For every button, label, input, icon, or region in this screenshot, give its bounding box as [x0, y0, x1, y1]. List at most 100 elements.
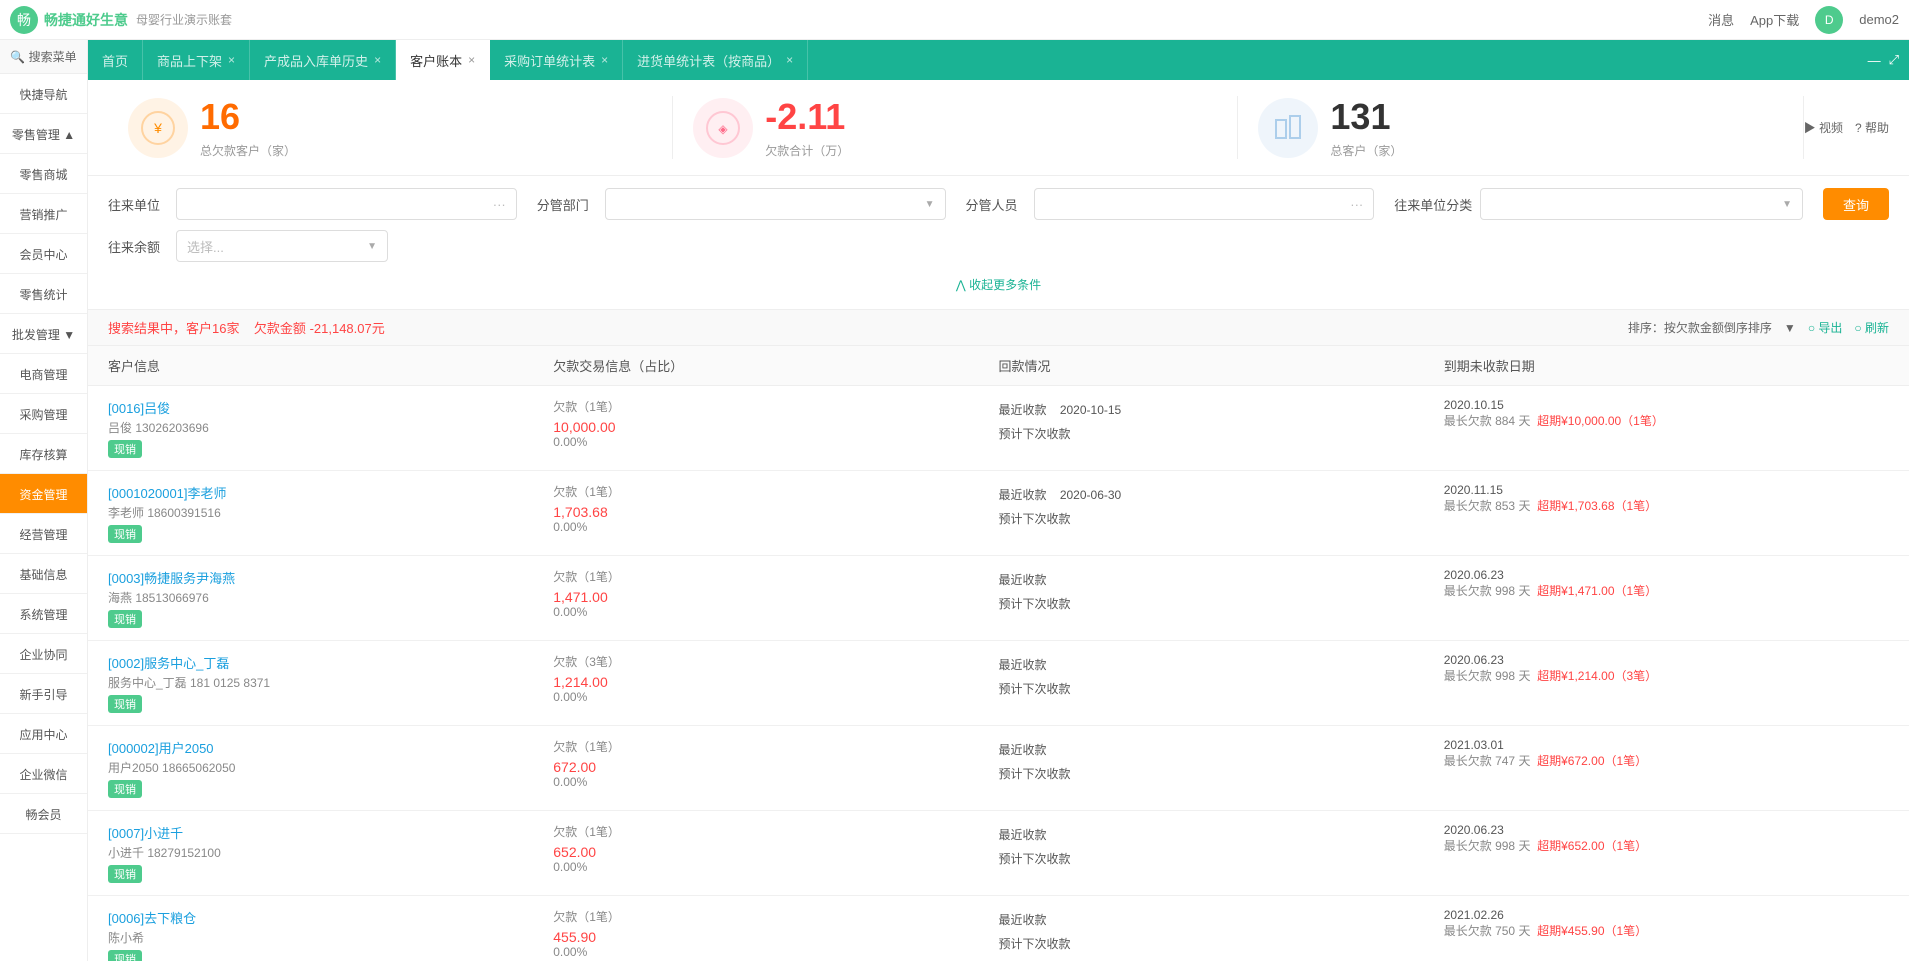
tab-customer-account[interactable]: 客户账本 × [396, 40, 490, 80]
table-row: [0002]服务中心_丁磊 服务中心_丁磊 181 0125 8371 现销 欠… [88, 641, 1909, 726]
customer-contact-1: 吕俊 13026203696 [108, 419, 553, 436]
tab-products-offshelf[interactable]: 商品上下架 × [143, 40, 250, 80]
sidebar-item-newbie[interactable]: 新手引导 [0, 674, 87, 714]
sidebar-item-purchase[interactable]: 采购管理 [0, 394, 87, 434]
tab-expand-btn[interactable]: ⤢ [1889, 52, 1899, 68]
overdue-link-5[interactable]: 超期¥672.00（1笔） [1537, 754, 1647, 768]
sidebar-item-retail-store[interactable]: 零售商城 [0, 154, 87, 194]
brand-name: 畅捷通好生意 [44, 10, 128, 30]
stat-value-total-customers: 131 [1330, 96, 1402, 138]
sidebar-item-quick-nav[interactable]: 快捷导航 [0, 74, 87, 114]
tab-close-inventory[interactable]: × [786, 53, 793, 67]
stats-bar: ¥ 16 总欠款客户（家） ◈ [88, 80, 1909, 176]
debt-percent-2: 0.00% [553, 520, 998, 534]
customer-name-3[interactable]: [0003]畅捷服务尹海燕 [108, 568, 553, 587]
stat-label-debt-customers: 总欠款客户（家） [200, 142, 296, 159]
balance-placeholder: 选择... [187, 237, 224, 256]
overdue-cell-5: 2021.03.01 最长欠款 747 天 超期¥672.00（1笔） [1444, 738, 1889, 769]
debt-percent-1: 0.00% [553, 435, 998, 449]
customer-tag-4: 现销 [108, 695, 142, 713]
customer-name-7[interactable]: [0006]去下粮仓 [108, 908, 553, 927]
tab-close-production[interactable]: × [374, 53, 381, 67]
sidebar-item-retail-mgmt[interactable]: 零售管理 ▲ [0, 114, 87, 154]
customer-contact-7: 陈小希 [108, 929, 553, 946]
overdue-cell-2: 2020.11.15 最长欠款 853 天 超期¥1,703.68（1笔） [1444, 483, 1889, 514]
tab-close-purchase[interactable]: × [601, 53, 608, 67]
filter-row-2: 往来余额 选择... ▼ [108, 230, 1889, 262]
balance-label: 往来余额 [108, 237, 168, 256]
message-btn[interactable]: 消息 [1708, 10, 1734, 29]
customer-name-6[interactable]: [0007]小进千 [108, 823, 553, 842]
customer-contact-5: 用户2050 18665062050 [108, 759, 553, 776]
main-area: 🔍 搜索菜单 快捷导航 零售管理 ▲ 零售商城 营销推广 会员中心 零售统计 [0, 40, 1909, 961]
overdue-link-1[interactable]: 超期¥10,000.00（1笔） [1537, 414, 1664, 428]
sidebar-item-retail-stats[interactable]: 零售统计 [0, 274, 87, 314]
from-unit-input[interactable]: ··· [176, 188, 517, 220]
col-header-customer: 客户信息 [108, 356, 553, 375]
sidebar-item-ecommerce[interactable]: 电商管理 [0, 354, 87, 394]
customer-contact-3: 海燕 18513066976 [108, 589, 553, 606]
query-button[interactable]: 查询 [1823, 188, 1889, 220]
balance-select[interactable]: 选择... ▼ [176, 230, 388, 262]
collapse-row[interactable]: ⋀ 收起更多条件 [108, 272, 1889, 297]
overdue-link-7[interactable]: 超期¥455.90（1笔） [1537, 924, 1647, 938]
customer-tag-1: 现销 [108, 440, 142, 458]
col-header-collection: 回款情况 [999, 356, 1444, 375]
tab-close-products[interactable]: × [228, 53, 235, 67]
sidebar-item-app-center[interactable]: 应用中心 [0, 714, 87, 754]
collection-cell-6: 最近收款 预计下次收款 [999, 823, 1444, 871]
sidebar-item-inventory[interactable]: 库存核算 [0, 434, 87, 474]
export-btn[interactable]: ○ 导出 [1808, 319, 1843, 336]
overdue-link-2[interactable]: 超期¥1,703.68（1笔） [1537, 499, 1657, 513]
app-download-btn[interactable]: App下载 [1750, 10, 1799, 29]
debt-label: 欠款金额 [254, 321, 306, 336]
sidebar-item-membership[interactable]: 会员中心 [0, 234, 87, 274]
filter-row-1: 往来单位 ··· 分管部门 ▼ [108, 188, 1889, 220]
svg-text:¥: ¥ [153, 120, 162, 136]
user-label[interactable]: demo2 [1859, 12, 1899, 27]
sidebar-item-operations[interactable]: 经营管理 [0, 514, 87, 554]
debt-count-7: 欠款（1笔） [553, 908, 998, 925]
result-actions: 排序：按欠款金额倒序排序 ▼ ○ 导出 ○ 刷新 [1628, 319, 1889, 336]
from-unit-label: 往来单位 [108, 195, 168, 214]
category-select[interactable]: ▼ [1480, 188, 1803, 220]
overdue-link-6[interactable]: 超期¥652.00（1笔） [1537, 839, 1647, 853]
overdue-link-4[interactable]: 超期¥1,214.00（3笔） [1537, 669, 1657, 683]
debt-amount-3: 1,471.00 [553, 589, 998, 605]
overdue-link-3[interactable]: 超期¥1,471.00（1笔） [1537, 584, 1657, 598]
customer-cell-6: [0007]小进千 小进千 18279152100 现销 [108, 823, 553, 883]
tab-production-history[interactable]: 产成品入库单历史 × [250, 40, 396, 80]
stat-icon-debt: ¥ [128, 98, 188, 158]
customer-name-1[interactable]: [0016]吕俊 [108, 398, 553, 417]
sidebar-item-system[interactable]: 系统管理 [0, 594, 87, 634]
sidebar-item-marketing[interactable]: 营销推广 [0, 194, 87, 234]
debt-percent-5: 0.00% [553, 775, 998, 789]
refresh-btn[interactable]: ○ 刷新 [1854, 319, 1889, 336]
category-chevron: ▼ [1782, 199, 1792, 210]
avatar[interactable]: D [1815, 6, 1843, 34]
video-btn[interactable]: ▶ 视频 [1804, 119, 1843, 136]
sidebar-item-basic-info[interactable]: 基础信息 [0, 554, 87, 594]
sidebar-item-corp-wechat[interactable]: 企业微信 [0, 754, 87, 794]
customer-name-2[interactable]: [0001020001]李老师 [108, 483, 553, 502]
person-input[interactable]: ··· [1034, 188, 1375, 220]
sidebar-search[interactable]: 🔍 搜索菜单 [0, 40, 87, 74]
svg-text:◈: ◈ [719, 122, 729, 136]
sidebar-item-finance[interactable]: 资金管理 [0, 474, 87, 514]
table-row: [0001020001]李老师 李老师 18600391516 现销 欠款（1笔… [88, 471, 1909, 556]
customer-name-5[interactable]: [000002]用户2050 [108, 738, 553, 757]
debt-cell-5: 欠款（1笔） 672.00 0.00% [553, 738, 998, 789]
dept-select[interactable]: ▼ [605, 188, 946, 220]
tab-home[interactable]: 首页 [88, 40, 143, 80]
tab-minimize-btn[interactable]: — [1868, 53, 1881, 68]
customer-name-4[interactable]: [0002]服务中心_丁磊 [108, 653, 553, 672]
tab-purchase-order-stats[interactable]: 采购订单统计表 × [490, 40, 623, 80]
tab-close-customer[interactable]: × [468, 53, 475, 67]
content-area: ¥ 16 总欠款客户（家） ◈ [88, 80, 1909, 961]
sidebar-item-enterprise[interactable]: 企业协同 [0, 634, 87, 674]
stat-icon-total-debt: ◈ [693, 98, 753, 158]
sidebar-item-vip[interactable]: 畅会员 [0, 794, 87, 834]
help-btn[interactable]: ? 帮助 [1855, 119, 1889, 136]
sidebar-item-batch-mgmt[interactable]: 批发管理 ▼ [0, 314, 87, 354]
tab-inventory-stats[interactable]: 进货单统计表（按商品） × [623, 40, 808, 80]
